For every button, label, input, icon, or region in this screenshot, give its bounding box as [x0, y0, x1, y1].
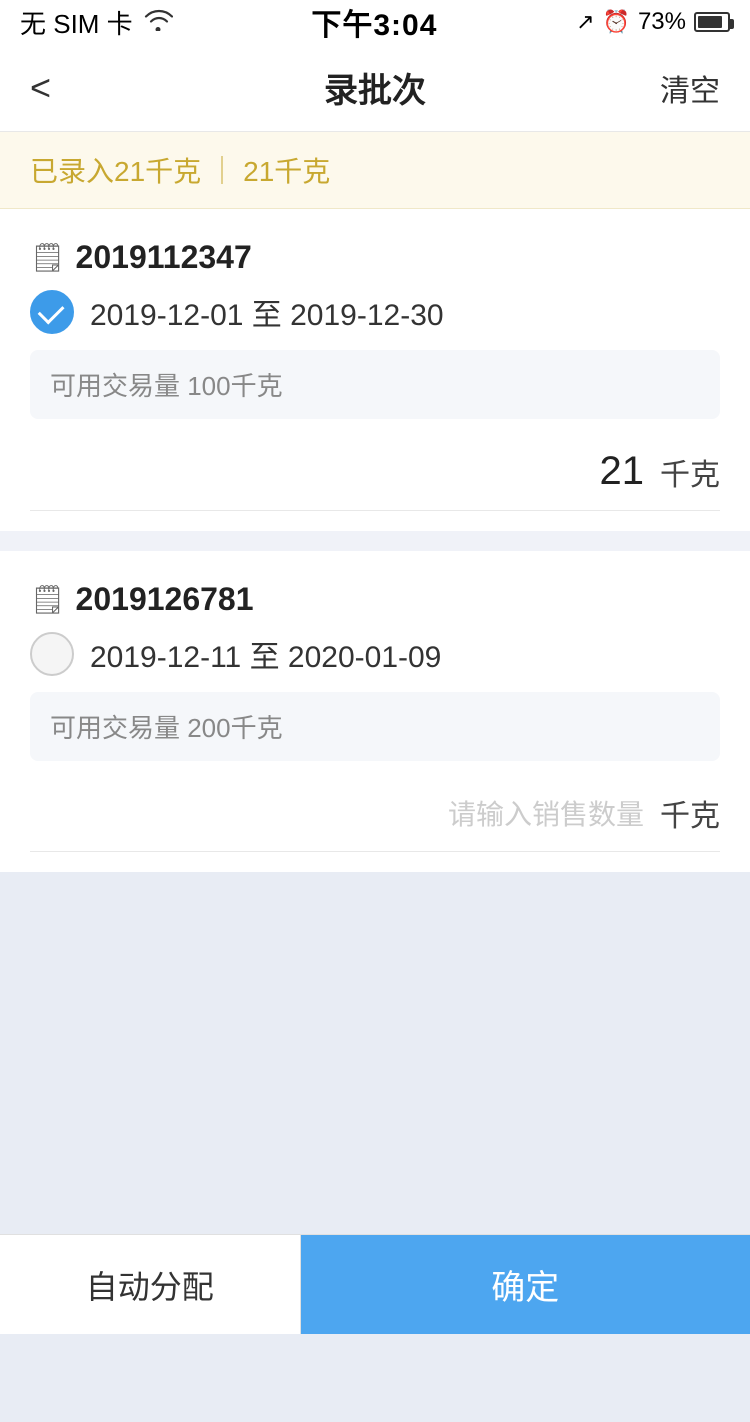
- carrier-text: 无 SIM 卡: [20, 4, 133, 41]
- card2-icon: 🗒: [30, 583, 66, 616]
- card1-quantity-value[interactable]: 21: [600, 449, 645, 494]
- card2-unit: 千克: [660, 791, 720, 835]
- card1-date-row[interactable]: 2019-12-01 至 2019-12-30: [30, 290, 720, 334]
- card-divider-1: [0, 531, 750, 551]
- card2-date-row[interactable]: 2019-12-11 至 2020-01-09: [30, 632, 720, 676]
- status-time: 下午3:04: [311, 0, 437, 44]
- card1-header: 🗒 2019112347: [30, 239, 720, 276]
- card2-input-placeholder[interactable]: 请输入销售数量: [448, 793, 644, 833]
- card2-available: 可用交易量 200千克: [30, 692, 720, 761]
- card1-available: 可用交易量 100千克: [30, 350, 720, 419]
- card2-id: 2019126781: [76, 581, 254, 618]
- wifi-icon: [143, 7, 173, 38]
- status-right: ↗ ⏰ 73%: [576, 8, 730, 36]
- summary-label: 已录入21千克: [30, 150, 201, 190]
- confirm-button[interactable]: 确定: [301, 1235, 750, 1334]
- summary-bar: 已录入21千克 21千克: [0, 132, 750, 209]
- auto-distribute-button[interactable]: 自动分配: [0, 1235, 301, 1334]
- card1-id: 2019112347: [76, 239, 252, 276]
- location-icon: ↗: [576, 9, 594, 35]
- battery-text: 73%: [638, 8, 686, 36]
- alarm-icon: ⏰: [603, 9, 630, 35]
- card1-quantity-row: 21 千克: [30, 439, 720, 511]
- card1-radio[interactable]: [30, 290, 74, 334]
- card1-icon: 🗒: [30, 241, 66, 274]
- card2-date: 2019-12-11 至 2020-01-09: [90, 632, 441, 676]
- status-bar: 无 SIM 卡 下午3:04 ↗ ⏰ 73%: [0, 0, 750, 44]
- card2-quantity-row: 请输入销售数量 千克: [30, 781, 720, 852]
- card2-radio[interactable]: [30, 632, 74, 676]
- back-button[interactable]: <: [30, 67, 90, 109]
- summary-divider: [221, 156, 223, 184]
- card1-unit: 千克: [660, 450, 720, 494]
- card2-header: 🗒 2019126781: [30, 581, 720, 618]
- nav-bar: < 录批次 清空: [0, 44, 750, 132]
- page-title: 录批次: [324, 63, 426, 112]
- content-wrap: 已录入21千克 21千克 🗒 2019112347 2019-12-01 至 2…: [0, 132, 750, 1422]
- status-left: 无 SIM 卡: [20, 4, 173, 41]
- batch-card-1: 🗒 2019112347 2019-12-01 至 2019-12-30 可用交…: [0, 209, 750, 531]
- clear-button[interactable]: 清空: [660, 66, 720, 110]
- battery-icon: [694, 12, 730, 32]
- card1-date: 2019-12-01 至 2019-12-30: [90, 290, 444, 334]
- summary-amount: 21千克: [243, 150, 330, 190]
- batch-card-2: 🗒 2019126781 2019-12-11 至 2020-01-09 可用交…: [0, 551, 750, 872]
- bottom-spacer: [0, 872, 750, 1422]
- footer: 自动分配 确定: [0, 1234, 750, 1334]
